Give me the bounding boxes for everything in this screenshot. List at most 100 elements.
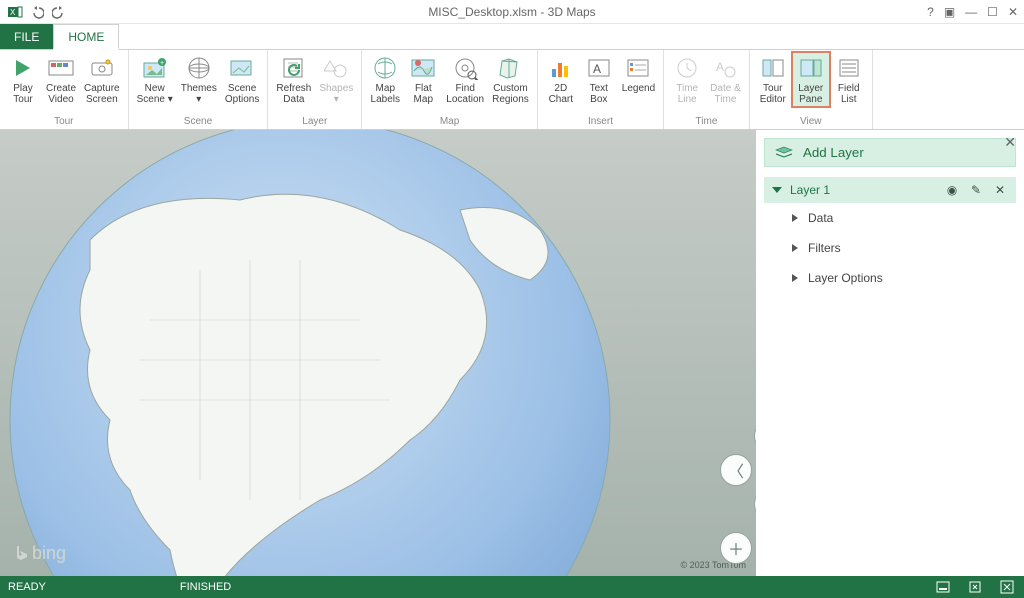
- ribbon-item-label: Legend: [622, 84, 655, 95]
- themes-icon: [185, 54, 213, 82]
- play-tour-button[interactable]: Play Tour: [4, 52, 42, 107]
- ribbon-item-label: Shapes ▾: [319, 84, 353, 105]
- create-video-button[interactable]: Create Video: [42, 52, 80, 107]
- ribbon-item-label: Themes ▾: [181, 84, 217, 105]
- svg-text:A: A: [593, 62, 601, 76]
- ribbon-group-label: Map: [366, 115, 533, 129]
- map-labels-button[interactable]: Map Labels: [366, 52, 404, 107]
- scene-options-button[interactable]: Scene Options: [221, 52, 263, 107]
- section-layer-options[interactable]: Layer Options: [764, 263, 1016, 293]
- title-bar: X MISC_Desktop.xlsm - 3D Maps ? ▣ — ☐ ✕: [0, 0, 1024, 24]
- text-box-button[interactable]: A Text Box: [580, 52, 618, 107]
- ribbon-item-label: Scene Options: [225, 84, 259, 105]
- new-scene-icon: +: [141, 54, 169, 82]
- ribbon-item-label: Date & Time: [710, 84, 741, 105]
- section-label: Data: [808, 211, 833, 225]
- time-line-button: Time Line: [668, 52, 706, 107]
- section-data[interactable]: Data: [764, 203, 1016, 233]
- minimize-button[interactable]: —: [965, 5, 977, 19]
- ribbon-item-label: Text Box: [590, 84, 608, 105]
- layer-pane-icon: [797, 54, 825, 82]
- custom-regions-button[interactable]: Custom Regions: [488, 52, 533, 107]
- status-icon-3[interactable]: [998, 578, 1016, 596]
- status-icon-2[interactable]: [966, 578, 984, 596]
- flat-map-button[interactable]: Flat Map: [404, 52, 442, 107]
- ribbon-item-label: Capture Screen: [84, 84, 120, 105]
- tour-editor-icon: [759, 54, 787, 82]
- close-pane-button[interactable]: ✕: [1004, 134, 1016, 151]
- date-time-button: A Date & Time: [706, 52, 745, 107]
- create-video-icon: [47, 54, 75, 82]
- section-label: Filters: [808, 241, 841, 255]
- ribbon-group-label: Layer: [272, 115, 357, 129]
- help-button[interactable]: ?: [927, 5, 934, 19]
- status-bar: READY FINISHED: [0, 576, 1024, 598]
- bing-logo: bing: [14, 543, 66, 564]
- section-label: Layer Options: [808, 271, 883, 285]
- ribbon-options-button[interactable]: ▣: [944, 5, 955, 19]
- svg-text:A: A: [716, 60, 724, 74]
- tab-home[interactable]: HOME: [53, 24, 119, 50]
- add-layer-label: Add Layer: [803, 145, 864, 160]
- legend-button[interactable]: Legend: [618, 52, 659, 97]
- rotate-left-button[interactable]: 〈: [720, 454, 752, 486]
- refresh-data-button[interactable]: Refresh Data: [272, 52, 315, 107]
- ribbon-item-label: Play Tour: [13, 84, 32, 105]
- ribbon-group-scene: +New Scene ▾Themes ▾ Scene Options Scene: [129, 50, 269, 129]
- find-location-icon: [451, 54, 479, 82]
- ribbon-item-label: Field List: [838, 84, 860, 105]
- visibility-icon[interactable]: ◉: [944, 183, 960, 197]
- themes-button[interactable]: Themes ▾: [177, 52, 221, 107]
- status-icon-1[interactable]: [934, 578, 952, 596]
- ribbon-group-label: Scene: [133, 115, 264, 129]
- expand-icon: [792, 274, 798, 282]
- capture-screen-button[interactable]: Capture Screen: [80, 52, 124, 107]
- legend-icon: [624, 54, 652, 82]
- section-filters[interactable]: Filters: [764, 233, 1016, 263]
- ribbon-item-label: Find Location: [446, 84, 484, 105]
- layer-header[interactable]: Layer 1 ◉ ✎ ✕: [764, 177, 1016, 203]
- zoom-in-button[interactable]: ＋: [720, 532, 752, 564]
- shapes-button: Shapes ▾: [315, 52, 357, 107]
- refresh-data-icon: [280, 54, 308, 82]
- date-time-icon: A: [711, 54, 739, 82]
- collapse-icon: [772, 187, 782, 193]
- tab-file[interactable]: FILE: [0, 24, 53, 49]
- map-globe-view[interactable]: bing © 2023 TomTom ∧ 〈 〉 ∨ ＋ －: [0, 130, 756, 576]
- map-labels-icon: [371, 54, 399, 82]
- layer-pane: ✕ Add Layer Layer 1 ◉ ✎ ✕ Data Filters L…: [756, 130, 1024, 576]
- ribbon-item-label: Create Video: [46, 84, 76, 105]
- ribbon-item-label: Layer Pane: [798, 84, 823, 105]
- svg-text:+: +: [160, 60, 164, 67]
- ribbon-item-label: Custom Regions: [492, 84, 529, 105]
- delete-layer-icon[interactable]: ✕: [992, 183, 1008, 197]
- find-location-button[interactable]: Find Location: [442, 52, 488, 107]
- ribbon-group-view: Tour EditorLayer PaneField ListView: [750, 50, 873, 129]
- 2d-chart-icon: [547, 54, 575, 82]
- ribbon: Play Tour Create Video Capture Screen Tour +…: [0, 50, 1024, 130]
- maximize-button[interactable]: ☐: [987, 5, 998, 19]
- ribbon-tabs: FILE HOME: [0, 24, 1024, 50]
- tour-editor-button[interactable]: Tour Editor: [754, 52, 792, 107]
- rename-icon[interactable]: ✎: [968, 183, 984, 197]
- new-scene-button[interactable]: +New Scene ▾: [133, 52, 177, 107]
- status-ready: READY: [8, 581, 46, 593]
- capture-screen-icon: [88, 54, 116, 82]
- play-tour-icon: [9, 54, 37, 82]
- ribbon-item-label: 2D Chart: [549, 84, 573, 105]
- ribbon-group-time: Time LineADate & TimeTime: [664, 50, 750, 129]
- ribbon-group-map: Map LabelsFlat MapFind Location Custom Re…: [362, 50, 538, 129]
- close-button[interactable]: ✕: [1008, 5, 1018, 19]
- flat-map-icon: [409, 54, 437, 82]
- layer-pane-button[interactable]: Layer Pane: [792, 52, 830, 107]
- scene-options-icon: [228, 54, 256, 82]
- ribbon-item-label: Time Line: [676, 84, 698, 105]
- field-list-icon: [835, 54, 863, 82]
- shapes-icon: [322, 54, 350, 82]
- 2d-chart-button[interactable]: 2D Chart: [542, 52, 580, 107]
- ribbon-group-tour: Play Tour Create Video Capture Screen Tour: [0, 50, 129, 129]
- add-layer-button[interactable]: Add Layer: [764, 138, 1016, 167]
- field-list-button[interactable]: Field List: [830, 52, 868, 107]
- ribbon-group-label: Tour: [4, 115, 124, 129]
- ribbon-item-label: Tour Editor: [760, 84, 786, 105]
